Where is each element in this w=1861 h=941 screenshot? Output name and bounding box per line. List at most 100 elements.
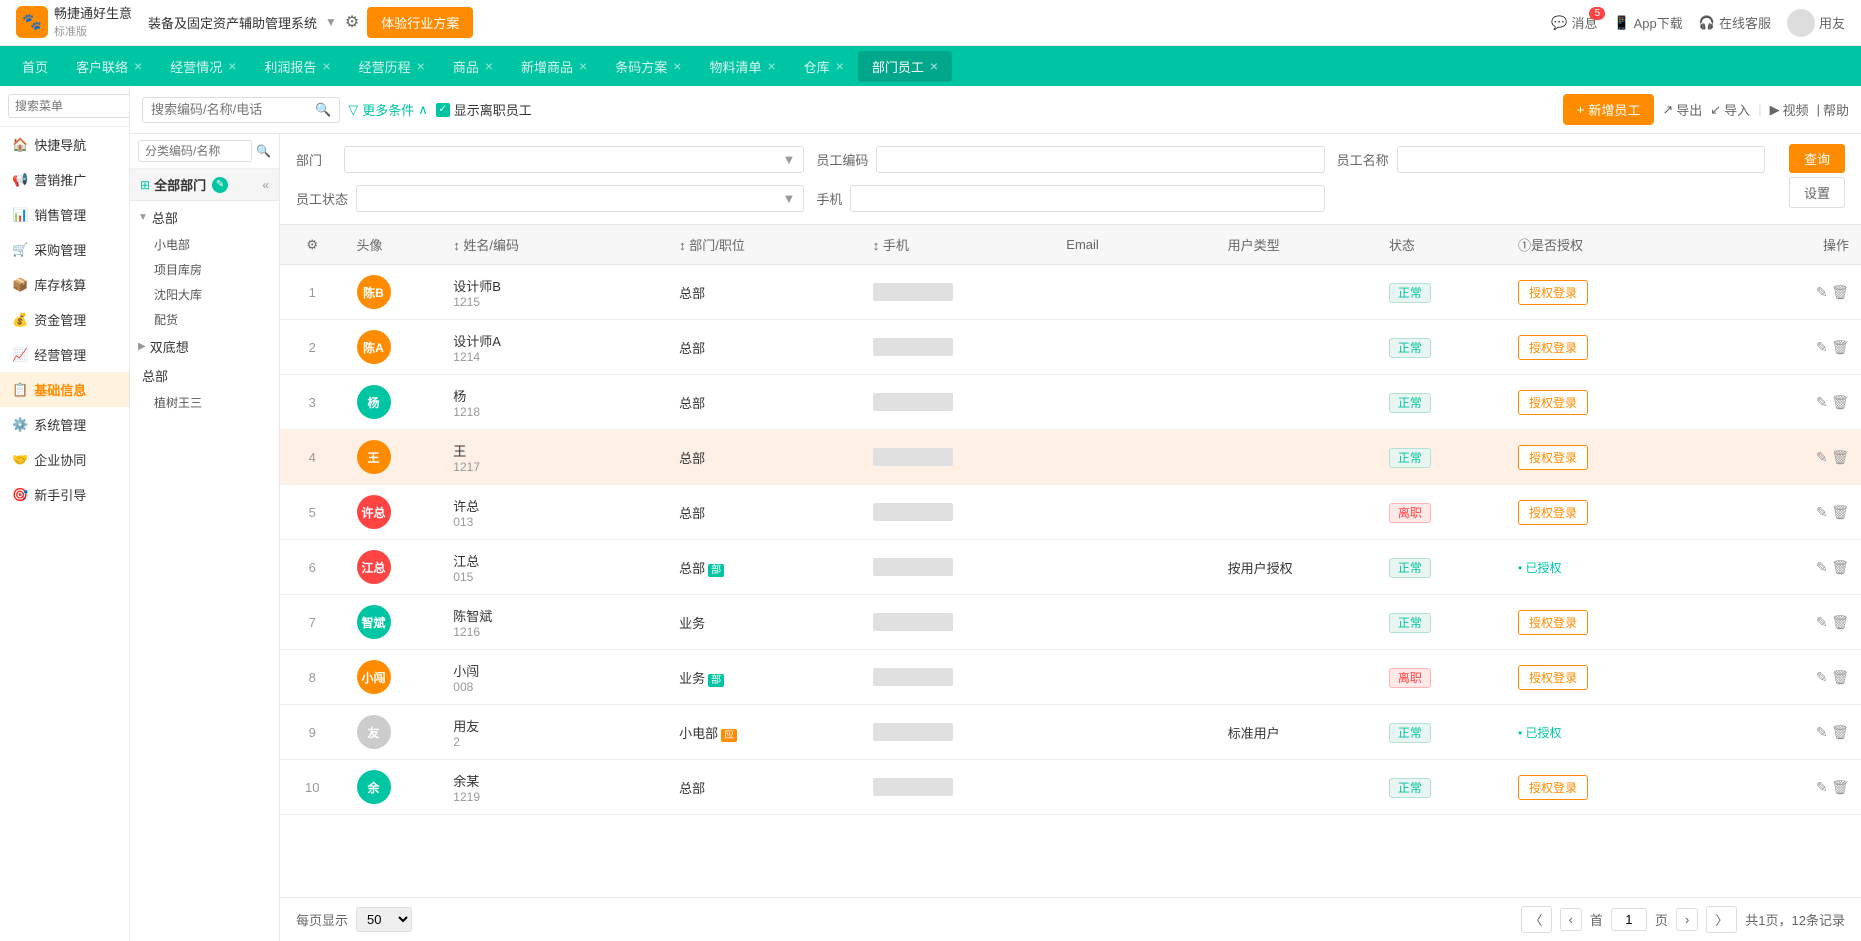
delete-button[interactable]: 🗑	[1831, 449, 1849, 466]
sidebar-item-system[interactable]: ⚙️ 系统管理	[0, 407, 129, 442]
delete-button[interactable]: 🗑	[1831, 284, 1849, 301]
filter-empcode-input[interactable]	[876, 146, 1324, 173]
edit-button[interactable]: ✎	[1816, 559, 1828, 576]
sidebar-item-finance[interactable]: 💰 资金管理	[0, 302, 129, 337]
dept-peihuo[interactable]: 配货	[146, 307, 279, 332]
col-name[interactable]: ↕ 姓名/编码	[441, 225, 667, 265]
export-button[interactable]: ↗ 导出	[1662, 100, 1702, 119]
last-page-button[interactable]: 〉	[1706, 906, 1737, 933]
delete-button[interactable]: 🗑	[1831, 504, 1849, 521]
edit-button[interactable]: ✎	[1816, 779, 1828, 796]
edit-button[interactable]: ✎	[1816, 339, 1828, 356]
dept-group-zongbu[interactable]: ▼ 总部	[130, 203, 279, 232]
authorize-button[interactable]: 授权登录	[1518, 390, 1588, 415]
tab-employee-close[interactable]: ×	[930, 58, 938, 74]
tab-warehouse-close[interactable]: ×	[836, 58, 844, 74]
reset-button[interactable]: 设置	[1789, 177, 1845, 208]
filter-empname-input[interactable]	[1397, 146, 1765, 173]
message-button[interactable]: 💬 消息 5	[1551, 13, 1597, 32]
import-button[interactable]: ↙ 导入	[1710, 100, 1750, 119]
tab-profit[interactable]: 利润报告 ×	[250, 51, 344, 82]
delete-button[interactable]: 🗑	[1831, 669, 1849, 686]
show-resigned-toggle[interactable]: ✓ 显示离职员工	[436, 100, 532, 119]
tab-history[interactable]: 经营历程 ×	[345, 51, 439, 82]
authorize-button[interactable]: 授权登录	[1518, 500, 1588, 525]
tab-bom[interactable]: 物料清单 ×	[695, 51, 789, 82]
sidebar-item-guide[interactable]: 🎯 新手引导	[0, 477, 129, 512]
sidebar-item-marketing[interactable]: 📢 营销推广	[0, 162, 129, 197]
prev-page-button[interactable]: ‹	[1560, 908, 1582, 931]
search-input[interactable]	[151, 102, 311, 117]
tab-profit-close[interactable]: ×	[322, 58, 330, 74]
tab-employee[interactable]: 部门员工 ×	[858, 51, 952, 82]
authorize-button[interactable]: 授权登录	[1518, 665, 1588, 690]
authorize-button[interactable]: 授权登录	[1518, 610, 1588, 635]
dept-xiaodianbu[interactable]: 小电部	[146, 232, 279, 257]
tab-barcode-close[interactable]: ×	[673, 58, 681, 74]
more-filter-button[interactable]: ▽ 更多条件 ∧	[348, 100, 428, 119]
edit-button[interactable]: ✎	[1816, 449, 1828, 466]
delete-button[interactable]: 🗑	[1831, 779, 1849, 796]
sidebar-item-inventory[interactable]: 📦 库存核算	[0, 267, 129, 302]
page-input[interactable]	[1611, 908, 1647, 931]
tab-bom-close[interactable]: ×	[767, 58, 775, 74]
first-page-button[interactable]: 〈	[1521, 906, 1552, 933]
delete-button[interactable]: 🗑	[1831, 559, 1849, 576]
online-service-button[interactable]: 🎧 在线客服	[1699, 13, 1771, 32]
delete-button[interactable]: 🗑	[1831, 724, 1849, 741]
authorize-button[interactable]: 授权登录	[1518, 280, 1588, 305]
delete-button[interactable]: 🗑	[1831, 339, 1849, 356]
trial-button[interactable]: 体验行业方案	[367, 7, 473, 38]
dept-search-input[interactable]	[138, 140, 252, 162]
add-employee-button[interactable]: + 新增员工	[1563, 94, 1655, 125]
tab-operation[interactable]: 经营情况 ×	[156, 51, 250, 82]
tab-operation-close[interactable]: ×	[228, 58, 236, 74]
edit-button[interactable]: ✎	[1816, 504, 1828, 521]
help-button[interactable]: | 帮助	[1817, 100, 1849, 119]
tab-history-close[interactable]: ×	[417, 58, 425, 74]
user-menu[interactable]: 用友	[1787, 9, 1845, 37]
sidebar-item-business[interactable]: 📈 经营管理	[0, 337, 129, 372]
authorize-button[interactable]: 授权登录	[1518, 775, 1588, 800]
video-button[interactable]: ▶ 视频	[1770, 100, 1809, 119]
app-download-button[interactable]: 📱 App下载	[1613, 13, 1682, 32]
all-dept-item[interactable]: ⊞ 全部部门 ✎ «	[130, 169, 279, 201]
edit-button[interactable]: ✎	[1816, 394, 1828, 411]
dept-xiangmukufang[interactable]: 项目库房	[146, 257, 279, 282]
sidebar-search-input[interactable]	[8, 94, 130, 118]
filter-dept-select[interactable]: ▼	[344, 146, 804, 173]
next-page-button[interactable]: ›	[1676, 908, 1698, 931]
tab-home[interactable]: 首页	[8, 51, 62, 82]
authorize-button[interactable]: 授权登录	[1518, 335, 1588, 360]
edit-button[interactable]: ✎	[1816, 284, 1828, 301]
sidebar-item-nav[interactable]: 🏠 快捷导航	[0, 127, 129, 162]
per-page-select[interactable]: 50 100	[356, 907, 412, 932]
col-phone[interactable]: ↕ 手机	[861, 225, 1055, 265]
authorize-button[interactable]: 授权登录	[1518, 445, 1588, 470]
filter-status-select[interactable]: ▼	[356, 185, 804, 212]
dept-group-shuangdixiang[interactable]: ▶ 双底想	[130, 332, 279, 361]
filter-phone-input[interactable]	[850, 185, 1324, 212]
col-dept[interactable]: ↕ 部门/职位	[667, 225, 861, 265]
sidebar-item-collab[interactable]: 🤝 企业协同	[0, 442, 129, 477]
tab-barcode[interactable]: 条码方案 ×	[601, 51, 695, 82]
sidebar-item-sales[interactable]: 📊 销售管理	[0, 197, 129, 232]
collapse-icon[interactable]: «	[262, 178, 269, 192]
query-button[interactable]: 查询	[1789, 144, 1845, 173]
tab-customer[interactable]: 客户联络 ×	[62, 51, 156, 82]
edit-button[interactable]: ✎	[1816, 669, 1828, 686]
delete-button[interactable]: 🗑	[1831, 394, 1849, 411]
col-settings[interactable]: ⚙	[280, 225, 345, 265]
tab-add-goods-close[interactable]: ×	[579, 58, 587, 74]
tab-warehouse[interactable]: 仓库 ×	[790, 51, 858, 82]
tab-goods-close[interactable]: ×	[485, 58, 493, 74]
sidebar-item-purchase[interactable]: 🛒 采购管理	[0, 232, 129, 267]
gear-button[interactable]: ⚙	[345, 12, 359, 32]
sidebar-item-basic[interactable]: 📋 基础信息	[0, 372, 129, 407]
edit-button[interactable]: ✎	[1816, 614, 1828, 631]
edit-button[interactable]: ✎	[1816, 724, 1828, 741]
tab-goods[interactable]: 商品 ×	[439, 51, 507, 82]
dept-zhishu-wangsan[interactable]: 植树王三	[146, 390, 279, 415]
tab-add-goods[interactable]: 新增商品 ×	[507, 51, 601, 82]
show-resigned-checkbox[interactable]: ✓	[436, 103, 450, 117]
